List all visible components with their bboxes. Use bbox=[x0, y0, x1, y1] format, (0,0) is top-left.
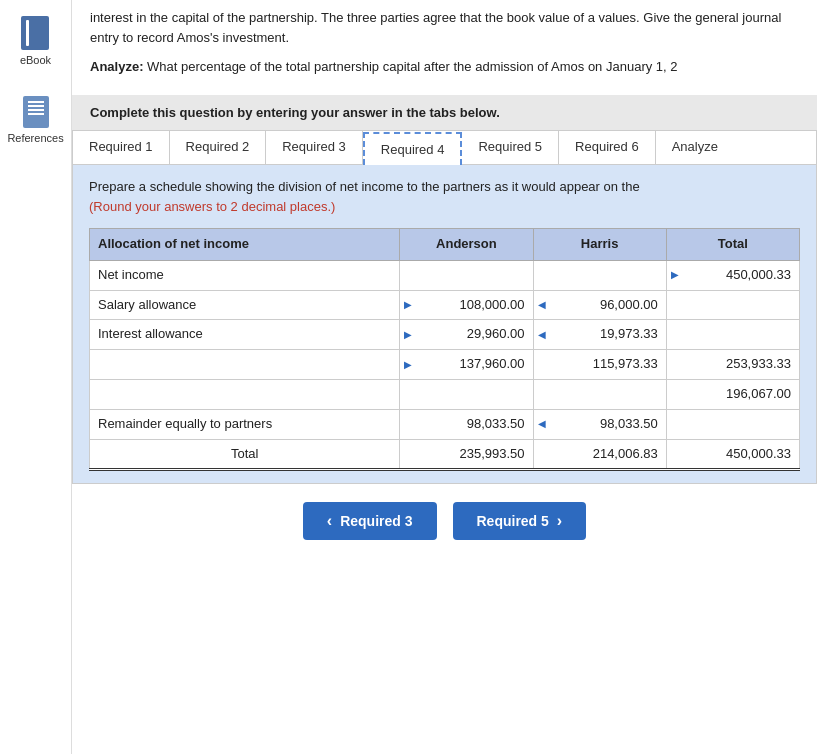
cell-anderson: 235,993.50 bbox=[400, 439, 533, 470]
cell-anderson bbox=[400, 380, 533, 410]
table-wrapper: Allocation of net income Anderson Harris… bbox=[89, 228, 800, 471]
prev-button[interactable]: ‹ Required 3 bbox=[303, 502, 437, 540]
analyze-label: Analyze: bbox=[90, 59, 143, 74]
tab-required4[interactable]: Required 4 bbox=[363, 132, 463, 165]
cell-total: 450,000.33 bbox=[666, 439, 799, 470]
table-row: 137,960.00▶115,973.33253,933.33 bbox=[90, 350, 800, 380]
cell-total bbox=[666, 320, 799, 350]
sidebar: eBook References bbox=[0, 0, 72, 754]
tab-required6[interactable]: Required 6 bbox=[559, 131, 656, 164]
cell-label bbox=[90, 350, 400, 380]
cell-anderson: 98,033.50 bbox=[400, 409, 533, 439]
cell-anderson: 29,960.00▶ bbox=[400, 320, 533, 350]
cell-label: Net income bbox=[90, 260, 400, 290]
cell-label: Salary allowance bbox=[90, 290, 400, 320]
col-header-harris: Harris bbox=[533, 229, 666, 261]
analyze-text: What percentage of the total partnership… bbox=[147, 59, 677, 74]
next-button[interactable]: Required 5 › bbox=[453, 502, 587, 540]
cell-anderson bbox=[400, 260, 533, 290]
cell-harris bbox=[533, 380, 666, 410]
cell-harris: 19,973.33◀ bbox=[533, 320, 666, 350]
tab-analyze[interactable]: Analyze bbox=[656, 131, 734, 164]
table-row: Net income 450,000.33▶ bbox=[90, 260, 800, 290]
tab-required2[interactable]: Required 2 bbox=[170, 131, 267, 164]
tab-required1[interactable]: Required 1 bbox=[73, 131, 170, 164]
tabs-row: Required 1 Required 2 Required 3 Require… bbox=[73, 131, 816, 165]
allocation-table: Allocation of net income Anderson Harris… bbox=[89, 228, 800, 471]
cell-harris: 115,973.33 bbox=[533, 350, 666, 380]
sidebar-item-ebook[interactable]: eBook bbox=[12, 10, 59, 72]
analyze-section: Analyze: What percentage of the total pa… bbox=[72, 57, 817, 87]
table-row: 196,067.00 bbox=[90, 380, 800, 410]
cell-label: Remainder equally to partners bbox=[90, 409, 400, 439]
top-paragraph: interest in the capital of the partnersh… bbox=[72, 0, 817, 57]
col-header-total: Total bbox=[666, 229, 799, 261]
tab-required3[interactable]: Required 3 bbox=[266, 131, 363, 164]
table-row: Salary allowance108,000.00▶96,000.00◀ bbox=[90, 290, 800, 320]
prev-label: Required 3 bbox=[340, 513, 412, 529]
table-header-row: Allocation of net income Anderson Harris… bbox=[90, 229, 800, 261]
cell-total bbox=[666, 409, 799, 439]
content-area: Prepare a schedule showing the division … bbox=[73, 165, 816, 484]
doc-icon bbox=[23, 96, 49, 128]
cell-label: Interest allowance bbox=[90, 320, 400, 350]
cell-total: 253,933.33 bbox=[666, 350, 799, 380]
cell-harris: 98,033.50◀ bbox=[533, 409, 666, 439]
cell-label: Total bbox=[90, 439, 400, 470]
cell-label bbox=[90, 380, 400, 410]
table-row: Total235,993.50214,006.83450,000.33 bbox=[90, 439, 800, 470]
complete-banner: Complete this question by entering your … bbox=[72, 95, 817, 130]
cell-anderson: 108,000.00▶ bbox=[400, 290, 533, 320]
cell-harris: 214,006.83 bbox=[533, 439, 666, 470]
rounding-note: (Round your answers to 2 decimal places.… bbox=[89, 199, 335, 214]
col-header-label: Allocation of net income bbox=[90, 229, 400, 261]
table-row: Interest allowance29,960.00▶19,973.33◀ bbox=[90, 320, 800, 350]
sidebar-item-references[interactable]: References bbox=[0, 90, 72, 150]
cell-total bbox=[666, 290, 799, 320]
references-label: References bbox=[7, 132, 63, 144]
book-icon bbox=[21, 16, 49, 50]
cell-total: 196,067.00 bbox=[666, 380, 799, 410]
tabs-container: Required 1 Required 2 Required 3 Require… bbox=[72, 130, 817, 485]
next-label: Required 5 bbox=[477, 513, 549, 529]
cell-anderson: 137,960.00▶ bbox=[400, 350, 533, 380]
table-row: Remainder equally to partners98,033.5098… bbox=[90, 409, 800, 439]
next-arrow-icon: › bbox=[557, 512, 562, 530]
ebook-label: eBook bbox=[20, 54, 51, 66]
tab-required5[interactable]: Required 5 bbox=[462, 131, 559, 164]
cell-harris bbox=[533, 260, 666, 290]
cell-harris: 96,000.00◀ bbox=[533, 290, 666, 320]
bottom-nav: ‹ Required 3 Required 5 › bbox=[72, 502, 817, 540]
col-header-anderson: Anderson bbox=[400, 229, 533, 261]
prev-arrow-icon: ‹ bbox=[327, 512, 332, 530]
main-content: interest in the capital of the partnersh… bbox=[72, 0, 817, 754]
cell-total: 450,000.33▶ bbox=[666, 260, 799, 290]
content-text: Prepare a schedule showing the division … bbox=[89, 179, 640, 194]
